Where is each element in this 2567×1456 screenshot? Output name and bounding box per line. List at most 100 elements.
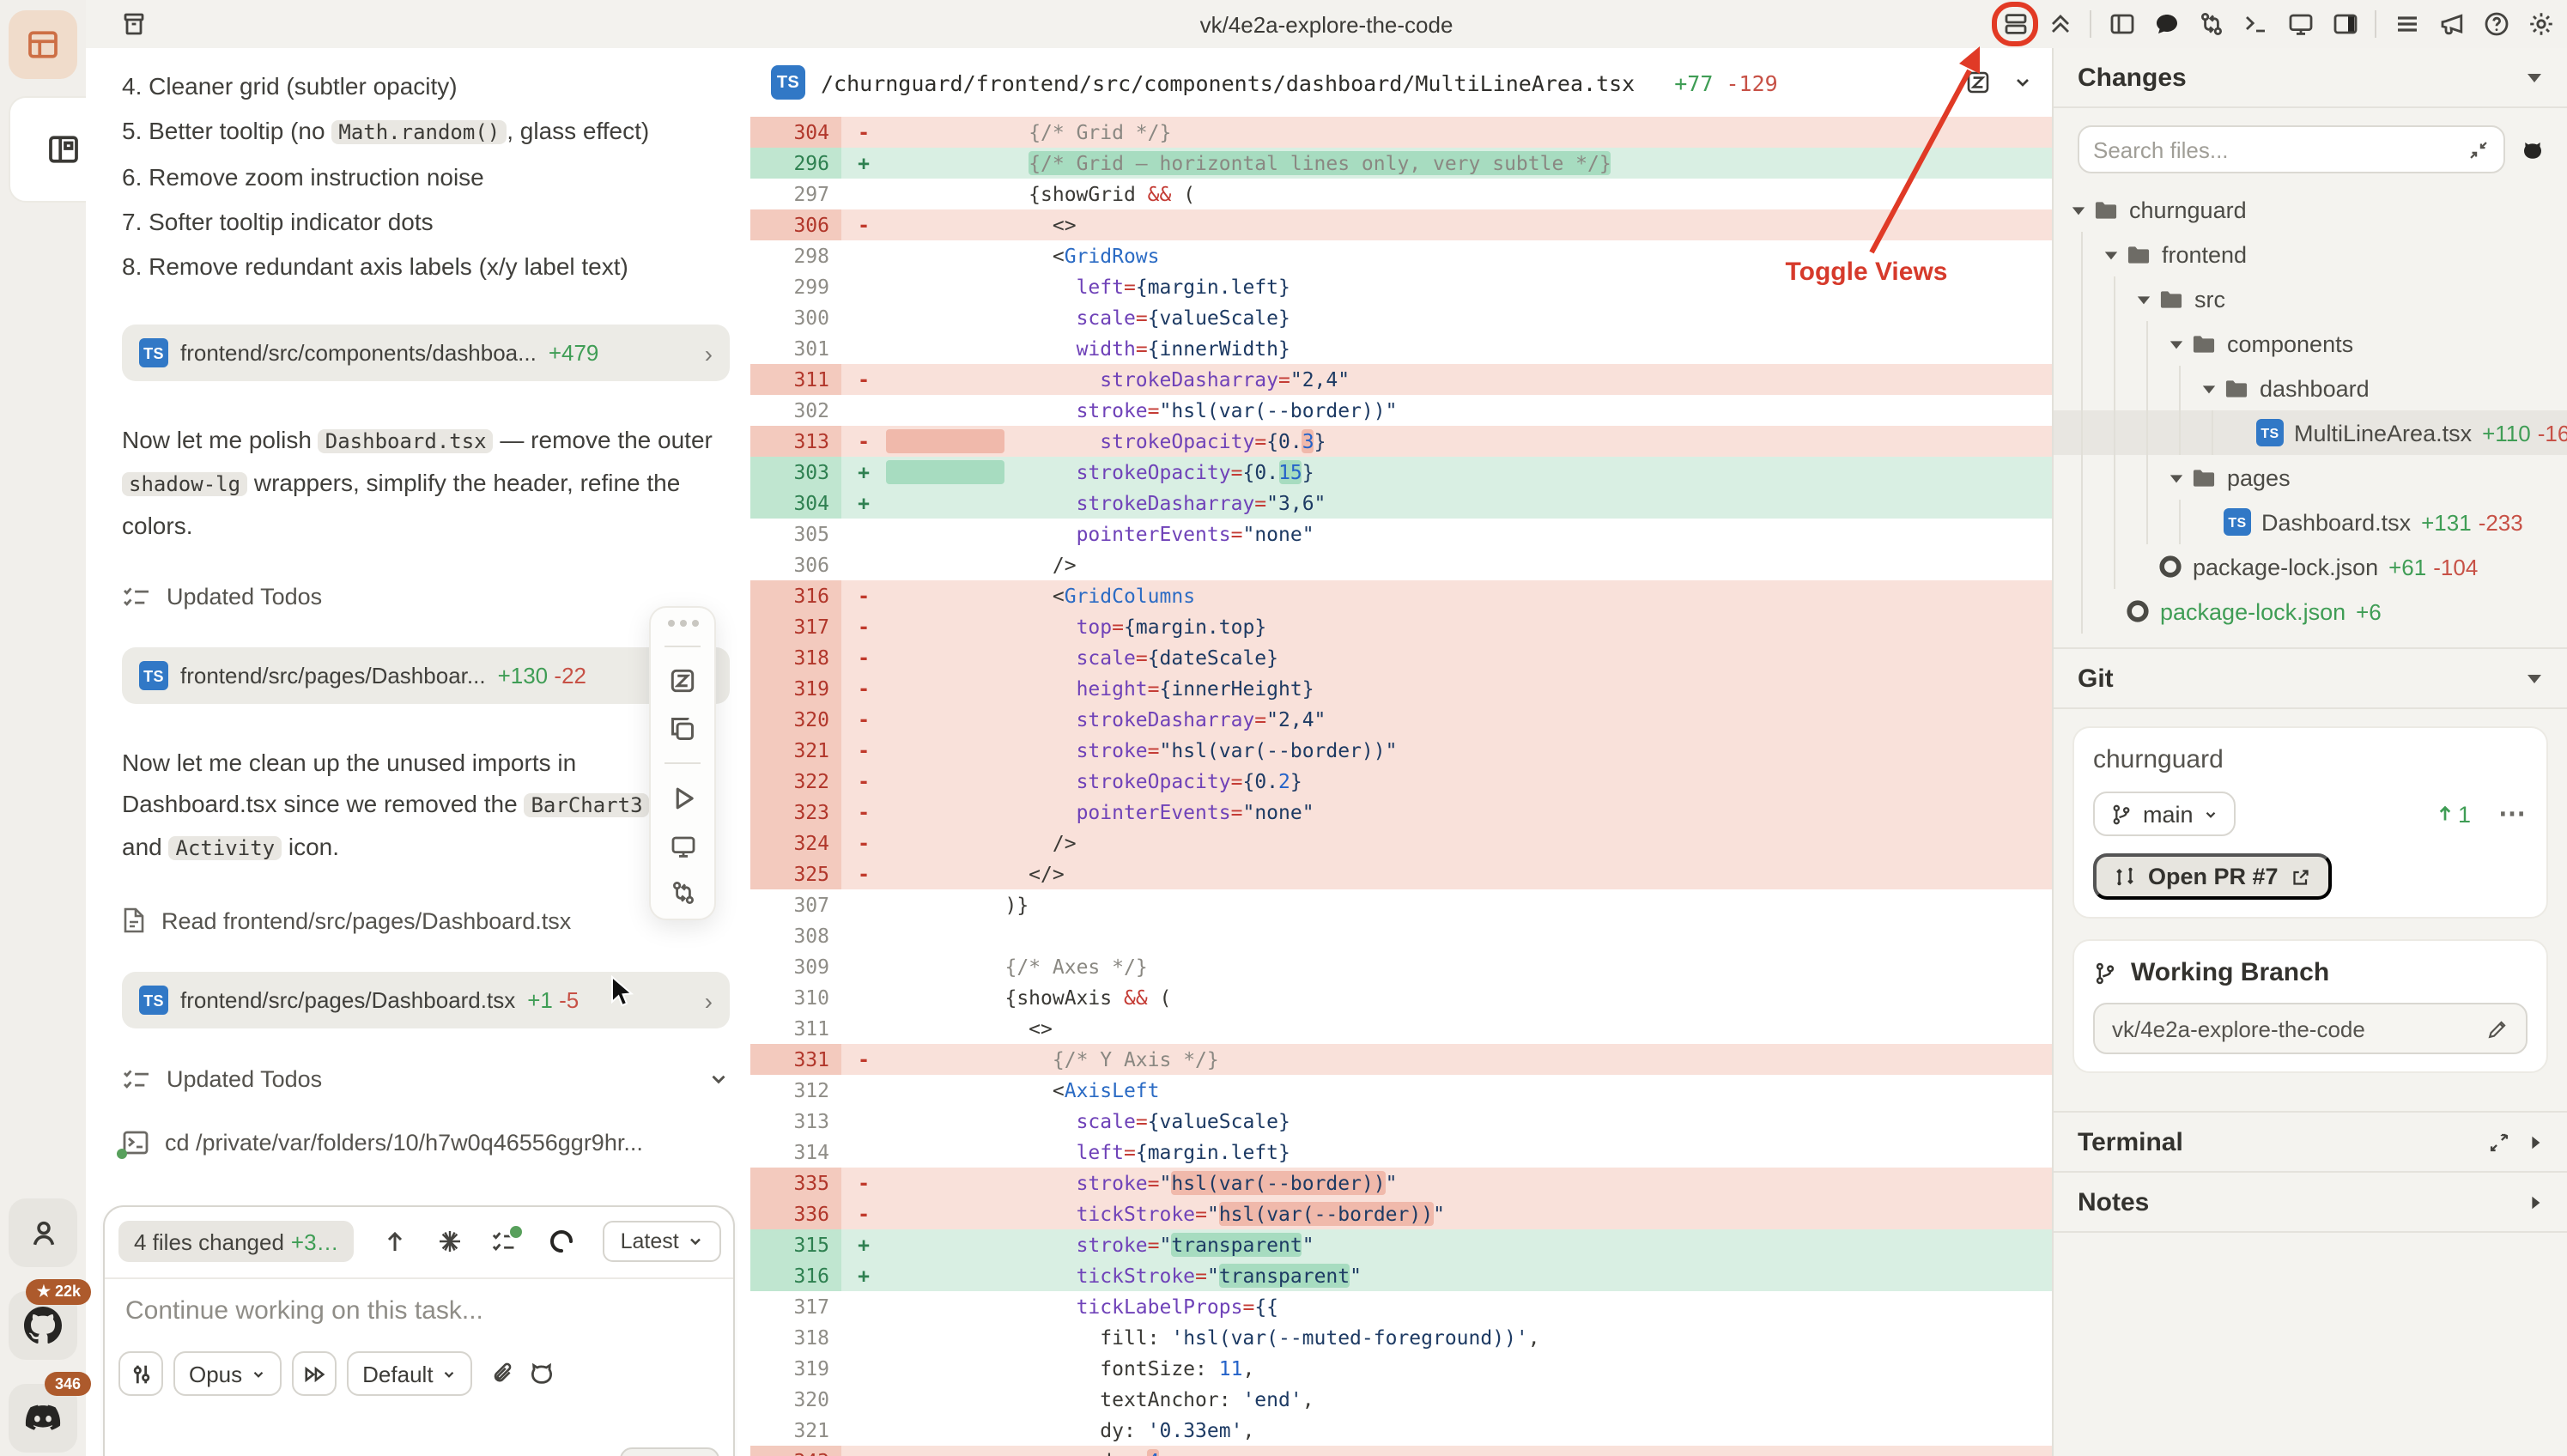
menu-icon[interactable] — [2392, 9, 2421, 39]
terminal-section-header[interactable]: Terminal — [2054, 1111, 2567, 1171]
read-file-row[interactable]: Read frontend/src/pages/Dashboard.tsx — [122, 907, 730, 934]
tree-folder-frontend[interactable]: frontend — [2054, 232, 2567, 276]
help-icon[interactable] — [2481, 9, 2510, 39]
file-diff-chip[interactable]: TSfrontend/src/components/dashboa...+479… — [122, 325, 730, 381]
composer-divider — [105, 1277, 733, 1279]
discord-button[interactable]: 346 — [9, 1384, 77, 1453]
expand-icon[interactable] — [2488, 1131, 2510, 1153]
diff-line: 309 {/* Axes */} — [750, 951, 2054, 982]
diff-line: 311- strokeDasharray="2,4" — [750, 364, 2054, 395]
diff-file-header[interactable]: TS /churnguard/frontend/src/components/d… — [750, 48, 2054, 117]
updated-todos-row[interactable]: Updated Todos — [122, 584, 730, 610]
zed-icon[interactable] — [1964, 69, 1992, 96]
diff-line: 314 left={margin.left} — [750, 1137, 2054, 1168]
chevron-down-icon[interactable] — [707, 1068, 730, 1090]
play-icon[interactable] — [667, 783, 698, 814]
person-icon — [27, 1216, 59, 1249]
folder-icon — [2126, 243, 2151, 265]
fast-forward-button[interactable] — [292, 1351, 337, 1396]
commits-ahead[interactable]: 1 — [2436, 801, 2471, 827]
cat-icon[interactable] — [528, 1360, 557, 1387]
chevrons-up-icon[interactable] — [2045, 9, 2074, 39]
fast-forward-icon — [301, 1362, 327, 1385]
files-changed-chip[interactable]: 4 files changed +3… — [118, 1221, 355, 1262]
open-pr-button[interactable]: Open PR #7 — [2093, 853, 2332, 900]
tree-folder-dashboard[interactable]: dashboard — [2054, 366, 2567, 410]
stacked-rows-icon[interactable] — [2000, 9, 2030, 39]
panel-left-icon[interactable] — [2107, 9, 2136, 39]
send-button[interactable]: Send — [621, 1447, 719, 1456]
git-compare-icon[interactable] — [2196, 9, 2225, 39]
megaphone-icon[interactable] — [2437, 9, 2466, 39]
diff-line: 336- tickStroke="hsl(var(--border))" — [750, 1198, 2054, 1229]
collapse-triangle-icon — [2526, 670, 2543, 687]
model-dropdown[interactable]: Opus — [173, 1351, 282, 1396]
terminal-command-row[interactable]: cd /private/var/folders/10/h7w0q46556ggr… — [122, 1130, 730, 1156]
diff-line: 317- top={margin.top} — [750, 611, 2054, 642]
file-diff-chip[interactable]: TSfrontend/src/pages/Dashboar...+130 -22… — [122, 647, 730, 704]
inline-code: Dashboard.tsx — [319, 429, 494, 453]
git-section-header[interactable]: Git — [2054, 647, 2567, 709]
diff-line: 304+ strokeDasharray="3,6" — [750, 488, 2054, 519]
mouse-cursor — [610, 975, 635, 1010]
tree-file-package-lock.json[interactable]: package-lock.json+6 — [2054, 589, 2567, 634]
monitor-icon[interactable] — [2285, 9, 2315, 39]
diff-line: 297 {showGrid && ( — [750, 179, 2054, 209]
diff-line: 302 stroke="hsl(var(--border))" — [750, 395, 2054, 426]
git-compare-icon[interactable] — [669, 879, 696, 907]
github-button[interactable]: ★ 22k — [9, 1291, 77, 1360]
branch-dropdown[interactable]: main — [2093, 792, 2236, 836]
tree-folder-churnguard[interactable]: churnguard — [2054, 187, 2567, 232]
tree-file-multilinearea.tsx[interactable]: TSMultiLineArea.tsx+110-162 — [2054, 410, 2567, 455]
asterisk-icon[interactable] — [437, 1228, 464, 1255]
chevron-down-icon — [442, 1366, 458, 1381]
tree-folder-pages[interactable]: pages — [2054, 455, 2567, 500]
paperclip-icon[interactable] — [490, 1360, 518, 1387]
updated-todos-row[interactable]: Updated Todos — [122, 1066, 730, 1092]
assistant-message: Now let me polish Dashboard.tsx — remove… — [122, 419, 730, 546]
cat-icon[interactable] — [2519, 136, 2546, 162]
changes-section-header[interactable]: Changes — [2054, 48, 2567, 108]
working-branch-input[interactable]: vk/4e2a-explore-the-code — [2093, 1003, 2528, 1054]
version-dropdown[interactable]: Latest — [604, 1221, 722, 1262]
account-button[interactable] — [9, 1198, 77, 1267]
more-menu[interactable]: ⋯ — [2498, 797, 2528, 831]
chevron-down-icon[interactable] — [2012, 72, 2033, 93]
separator — [665, 762, 701, 764]
terminal-icon — [122, 1130, 149, 1156]
dots-icon — [667, 620, 698, 627]
panel-right-icon[interactable] — [2330, 9, 2359, 39]
copy-icon[interactable] — [668, 714, 697, 743]
tree-folder-src[interactable]: src — [2054, 276, 2567, 321]
tree-file-dashboard.tsx[interactable]: TSDashboard.tsx+131-233 — [2054, 500, 2567, 544]
workspace-tab-layout[interactable] — [9, 10, 77, 79]
zed-icon[interactable] — [668, 666, 697, 695]
chat-bubble-icon[interactable] — [2151, 9, 2181, 39]
message-input[interactable]: Continue working on this task... — [125, 1296, 483, 1326]
shrink-icon[interactable] — [2467, 138, 2490, 161]
chevron-down-icon — [2204, 806, 2219, 822]
terminal-prompt-icon[interactable] — [2241, 9, 2270, 39]
monitor-icon[interactable] — [669, 833, 696, 860]
pencil-icon[interactable] — [2486, 1017, 2509, 1040]
mode-dropdown[interactable]: Default — [347, 1351, 472, 1396]
package-lock-icon — [2158, 555, 2182, 579]
working-branch-title: Working Branch — [2131, 958, 2329, 987]
diff-line: 313- strokeOpacity={0.3} — [750, 426, 2054, 457]
sliders-icon — [128, 1361, 154, 1386]
running-dot — [117, 1149, 127, 1159]
folder-icon — [2191, 466, 2217, 488]
ts-file-icon: TS — [771, 65, 805, 100]
inline-code: Math.random() — [331, 120, 507, 144]
search-input[interactable]: Search files... — [2078, 125, 2505, 173]
diff-line: 316- <GridColumns — [750, 580, 2054, 611]
settings-sliders-button[interactable] — [118, 1351, 163, 1396]
gear-icon[interactable] — [2526, 9, 2555, 39]
todos-status-icon[interactable] — [492, 1228, 521, 1254]
notes-section-header[interactable]: Notes — [2054, 1171, 2567, 1233]
up-arrow-icon[interactable] — [382, 1228, 410, 1255]
tree-folder-components[interactable]: components — [2054, 321, 2567, 366]
tree-file-package-lock.json[interactable]: package-lock.json+61-104 — [2054, 544, 2567, 589]
caret-down-icon — [2201, 380, 2224, 396]
file-diff-chip[interactable]: TSfrontend/src/pages/Dashboard.tsx+1 -5› — [122, 972, 730, 1028]
